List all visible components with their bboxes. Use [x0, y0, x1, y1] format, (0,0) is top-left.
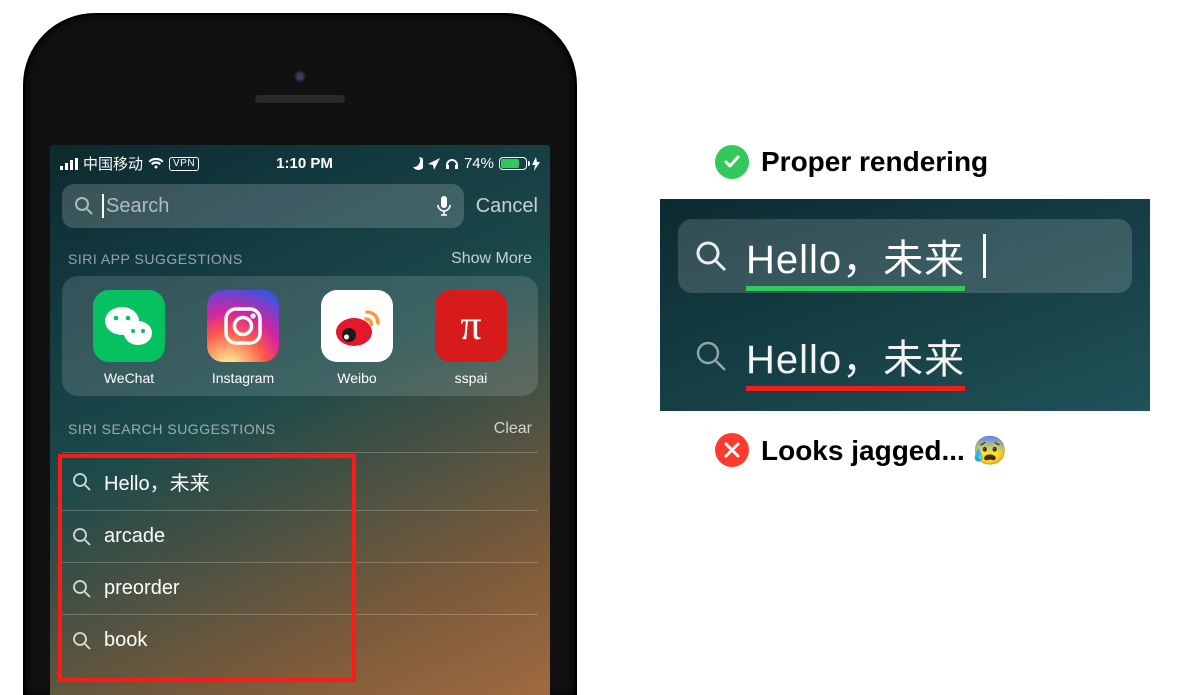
- search-suggestion-item[interactable]: Hello，未来: [62, 452, 538, 510]
- suggested-app-wechat[interactable]: WeChat: [79, 290, 179, 386]
- comparison-image: Hello，未来 Hello，未来: [660, 199, 1150, 411]
- section-title: SIRI SEARCH SUGGESTIONS: [68, 421, 276, 437]
- clock-label: 1:10 PM: [276, 155, 333, 172]
- looks-jagged-caption: Looks jagged... 😰: [715, 433, 1160, 467]
- section-title: SIRI APP SUGGESTIONS: [68, 251, 243, 267]
- location-icon: [428, 158, 440, 170]
- microphone-icon[interactable]: [436, 195, 452, 217]
- app-label: WeChat: [104, 370, 154, 386]
- search-suggestion-item[interactable]: arcade: [62, 510, 538, 562]
- proper-rendering-sample: Hello，未来: [678, 219, 1132, 293]
- weibo-icon: [321, 290, 393, 362]
- search-icon: [694, 239, 728, 273]
- suggested-app-instagram[interactable]: Instagram: [193, 290, 293, 386]
- suggestion-text: preorder: [104, 577, 180, 600]
- checkmark-badge-icon: [715, 145, 749, 179]
- app-label: sspai: [455, 370, 488, 386]
- signal-icon: [60, 158, 78, 170]
- red-underline-annotation: [746, 386, 965, 391]
- charging-icon: [532, 157, 540, 171]
- comparison-panel: Proper rendering Hello，未来 Hello，未来 Looks…: [660, 145, 1160, 467]
- cross-badge-icon: [715, 433, 749, 467]
- wifi-icon: [148, 158, 164, 170]
- spotlight-search-input[interactable]: Search: [62, 184, 464, 228]
- search-icon: [72, 472, 92, 492]
- suggested-app-weibo[interactable]: Weibo: [307, 290, 407, 386]
- suggestion-text: Hello，未来: [104, 467, 210, 496]
- iphone-frame: 中国移动 VPN 1:10 PM 74% Search: [25, 15, 575, 695]
- search-suggestions-header: SIRI SEARCH SUGGESTIONS Clear: [50, 410, 550, 446]
- wechat-icon: [93, 290, 165, 362]
- search-icon: [694, 339, 728, 373]
- text-cursor: [983, 234, 986, 278]
- instagram-icon: [207, 290, 279, 362]
- moon-icon: [410, 157, 423, 170]
- search-icon: [72, 527, 92, 547]
- search-icon: [72, 631, 92, 651]
- sample-text: Hello，未来: [746, 327, 965, 385]
- battery-percent-label: 74%: [464, 155, 494, 172]
- search-row: Search Cancel: [50, 180, 550, 240]
- jagged-rendering-sample: Hello，未来: [678, 327, 1132, 385]
- carrier-label: 中国移动: [83, 153, 143, 174]
- battery-icon: [499, 157, 527, 170]
- text-cursor: [102, 194, 104, 218]
- app-suggestions-card: WeChat Instagram Weibo π sspai: [62, 276, 538, 396]
- phone-screen: 中国移动 VPN 1:10 PM 74% Search: [50, 145, 550, 695]
- suggestion-text: book: [104, 629, 147, 652]
- search-suggestions-list: Hello，未来 arcade preorder book: [62, 452, 538, 666]
- sample-text: Hello，未来: [746, 227, 965, 285]
- search-suggestion-item[interactable]: preorder: [62, 562, 538, 614]
- caption-text: Looks jagged... 😰: [761, 434, 1007, 467]
- clear-button[interactable]: Clear: [494, 420, 532, 438]
- show-more-button[interactable]: Show More: [451, 250, 532, 268]
- green-underline-annotation: [746, 286, 965, 291]
- vpn-badge: VPN: [169, 157, 199, 171]
- sspai-icon: π: [435, 290, 507, 362]
- app-label: Instagram: [212, 370, 274, 386]
- search-suggestion-item[interactable]: book: [62, 614, 538, 666]
- proper-rendering-caption: Proper rendering: [715, 145, 1160, 179]
- suggested-app-sspai[interactable]: π sspai: [421, 290, 521, 386]
- status-bar: 中国移动 VPN 1:10 PM 74%: [50, 145, 550, 180]
- caption-text: Proper rendering: [761, 146, 988, 178]
- search-icon: [74, 196, 94, 216]
- cancel-button[interactable]: Cancel: [476, 195, 538, 218]
- app-suggestions-header: SIRI APP SUGGESTIONS Show More: [50, 240, 550, 276]
- search-icon: [72, 579, 92, 599]
- suggestion-text: arcade: [104, 525, 165, 548]
- search-placeholder: Search: [106, 195, 436, 218]
- app-label: Weibo: [337, 370, 376, 386]
- headphones-icon: [445, 157, 459, 170]
